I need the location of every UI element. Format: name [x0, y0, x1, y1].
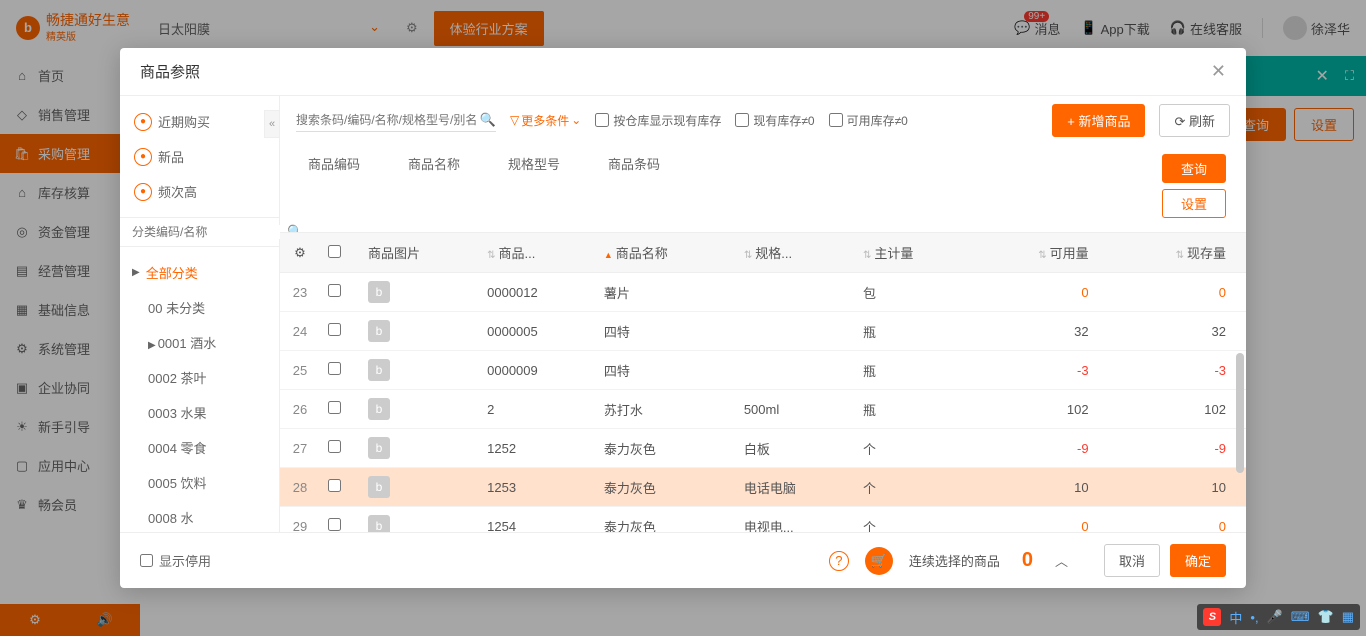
category-list: ▶ 全部分类 00 未分类▶0001 酒水0002 茶叶0003 水果0004 … — [120, 247, 279, 532]
triangle-icon: ▶ — [132, 267, 140, 278]
chevron-up-icon[interactable]: ︿ — [1055, 551, 1068, 570]
category-item[interactable]: 0002 茶叶 — [120, 360, 279, 395]
category-item[interactable]: 0004 零食 — [120, 430, 279, 465]
table-row[interactable]: 28 b 1253 泰力灰色 电话电脑 个 10 10 — [280, 468, 1246, 507]
product-search: 🔍 — [296, 109, 496, 132]
table-row[interactable]: 24 b 0000005 四特 瓶 32 32 — [280, 312, 1246, 351]
row-checkbox[interactable] — [328, 362, 341, 375]
table-row[interactable]: 25 b 0000009 四特 瓶 -3 -3 — [280, 351, 1246, 390]
product-search-input[interactable] — [296, 109, 480, 131]
row-checkbox[interactable] — [328, 518, 341, 531]
row-checkbox[interactable] — [328, 440, 341, 453]
category-item[interactable]: 0008 水 — [120, 500, 279, 532]
product-image: b — [368, 359, 390, 381]
left-tab[interactable]: ●新品 — [120, 139, 279, 174]
chk-stock-nonzero[interactable]: 现有库存≠0 — [735, 112, 814, 129]
tab-icon: ● — [134, 113, 152, 131]
table-row[interactable]: 23 b 0000012 薯片 包 0 0 — [280, 273, 1246, 312]
product-image: b — [368, 476, 390, 498]
selected-count: 0 — [1022, 549, 1033, 572]
left-tab[interactable]: ●频次高 — [120, 174, 279, 209]
ok-button[interactable]: 确定 — [1170, 544, 1226, 577]
modal-left: « ●近期购买●新品●频次高 🔍 ▶ 全部分类 00 未分类▶0001 酒水00… — [120, 96, 280, 532]
ime-sep: •, — [1250, 610, 1258, 625]
tab-icon: ● — [134, 183, 152, 201]
category-item[interactable]: 0003 水果 — [120, 395, 279, 430]
product-image: b — [368, 437, 390, 459]
col-avail[interactable]: 可用量 — [971, 233, 1108, 273]
product-image: b — [368, 515, 390, 532]
col-stock[interactable]: 现存量 — [1109, 233, 1246, 273]
table-row[interactable]: 29 b 1254 泰力灰色 电视电... 个 0 0 — [280, 507, 1246, 533]
scrollbar-thumb[interactable] — [1236, 353, 1244, 473]
ime-logo-icon: S — [1203, 608, 1221, 626]
table-row[interactable]: 26 b 2 苏打水 500ml 瓶 102 102 — [280, 390, 1246, 429]
table-row[interactable]: 27 b 1252 泰力灰色 白板 个 -9 -9 — [280, 429, 1246, 468]
ime-mic-icon[interactable]: 🎤 — [1267, 609, 1283, 625]
category-item[interactable]: 0005 饮料 — [120, 465, 279, 500]
modal-right: 🔍 ▽ 更多条件 ⌄ 按仓库显示现有库存 现有库存≠0 可用库存≠0 + 新增商… — [280, 96, 1246, 532]
product-image: b — [368, 281, 390, 303]
chevron-down-icon: ⌄ — [571, 113, 581, 127]
modal-header: 商品参照 ✕ — [120, 48, 1246, 96]
ime-keyboard-icon[interactable]: ⌨ — [1291, 609, 1310, 625]
product-modal: 商品参照 ✕ « ●近期购买●新品●频次高 🔍 ▶ 全部分类 00 未分类▶00… — [120, 48, 1246, 588]
col-gear[interactable]: ⚙ — [280, 233, 320, 273]
row-checkbox[interactable] — [328, 284, 341, 297]
product-image: b — [368, 320, 390, 342]
filter-settings-button[interactable]: 设置 — [1162, 189, 1226, 218]
category-search: 🔍 — [120, 217, 279, 247]
help-icon[interactable]: ? — [829, 551, 849, 571]
ime-bar[interactable]: S 中 •, 🎤 ⌨ 👕 ▦ — [1197, 604, 1360, 630]
collapse-icon[interactable]: « — [264, 110, 280, 138]
left-tab[interactable]: ●近期购买 — [120, 104, 279, 139]
category-item[interactable]: ▶0001 酒水 — [120, 325, 279, 360]
filter-row: 商品编码 商品名称 规格型号 商品条码 查询 设置 — [280, 144, 1246, 232]
modal-title: 商品参照 — [140, 61, 200, 82]
close-icon[interactable]: ✕ — [1211, 61, 1226, 82]
col-unit[interactable]: 主计量 — [855, 233, 971, 273]
tab-icon: ● — [134, 148, 152, 166]
col-image: 商品图片 — [360, 233, 479, 273]
category-search-input[interactable] — [132, 225, 287, 239]
triangle-icon: ▶ — [148, 340, 156, 351]
col-checkbox — [320, 233, 360, 273]
product-image: b — [368, 398, 390, 420]
col-name[interactable]: 商品名称 — [596, 233, 736, 273]
row-checkbox[interactable] — [328, 323, 341, 336]
add-product-button[interactable]: + 新增商品 — [1052, 104, 1145, 137]
search-icon[interactable]: 🔍 — [480, 112, 496, 128]
row-checkbox[interactable] — [328, 479, 341, 492]
modal-toolbar: 🔍 ▽ 更多条件 ⌄ 按仓库显示现有库存 现有库存≠0 可用库存≠0 + 新增商… — [280, 96, 1246, 144]
chk-warehouse[interactable]: 按仓库显示现有库存 — [595, 112, 721, 129]
select-all-checkbox[interactable] — [328, 245, 341, 258]
col-spec[interactable]: 规格... — [736, 233, 855, 273]
filter-icon: ▽ — [510, 113, 519, 127]
category-root[interactable]: ▶ 全部分类 — [120, 255, 279, 290]
ime-skin-icon[interactable]: 👕 — [1318, 609, 1334, 625]
product-table: ⚙ 商品图片 商品... 商品名称 规格... 主计量 可用量 现存量 23 — [280, 233, 1246, 532]
filter-query-button[interactable]: 查询 — [1162, 154, 1226, 183]
show-disabled-checkbox[interactable]: 显示停用 — [140, 551, 211, 570]
cancel-button[interactable]: 取消 — [1104, 544, 1160, 577]
chk-avail-nonzero[interactable]: 可用库存≠0 — [829, 112, 908, 129]
modal-footer: 显示停用 ? 🛒 连续选择的商品 0 ︿ 取消 确定 — [120, 532, 1246, 588]
cart-icon: 🛒 — [865, 547, 893, 575]
refresh-button[interactable]: ⟳ 刷新 — [1159, 104, 1230, 137]
more-conditions[interactable]: ▽ 更多条件 ⌄ — [510, 112, 581, 129]
category-item[interactable]: 00 未分类 — [120, 290, 279, 325]
ime-grid-icon[interactable]: ▦ — [1342, 609, 1354, 625]
col-code[interactable]: 商品... — [479, 233, 596, 273]
row-checkbox[interactable] — [328, 401, 341, 414]
table-wrap: ⚙ 商品图片 商品... 商品名称 规格... 主计量 可用量 现存量 23 — [280, 232, 1246, 532]
